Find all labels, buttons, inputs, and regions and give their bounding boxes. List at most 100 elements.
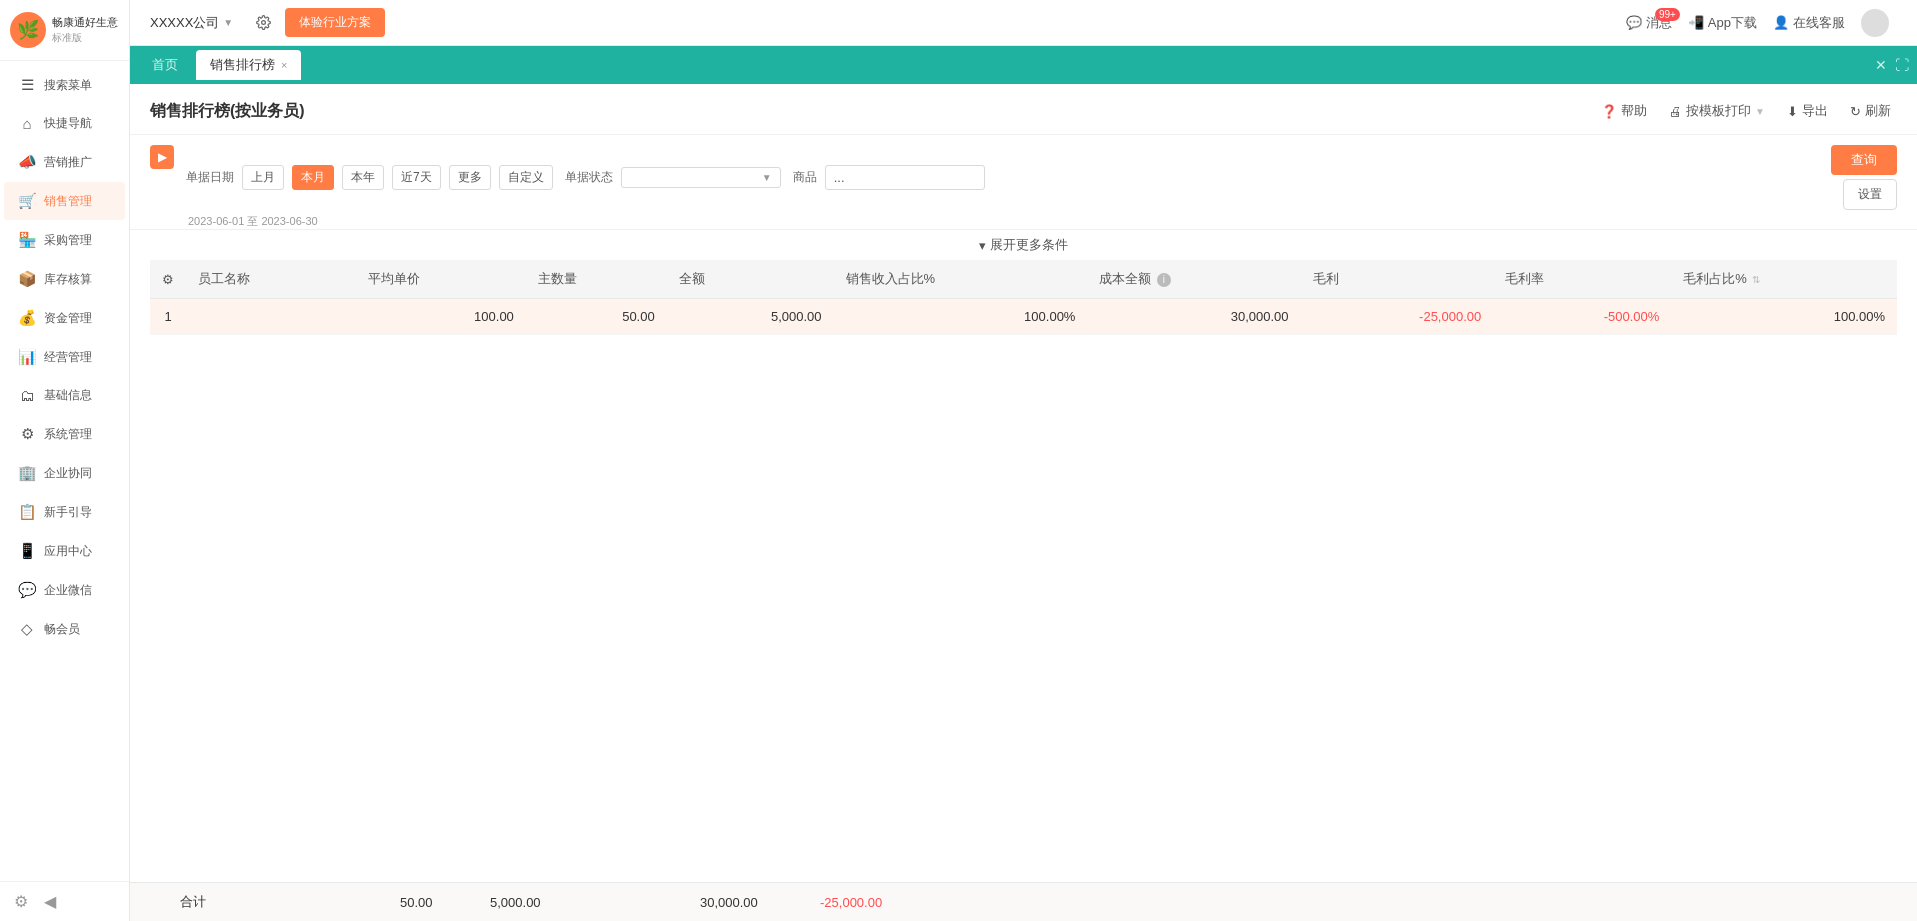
app-download-button[interactable]: 📲 App下载 (1688, 14, 1757, 32)
sidebar-item-purchase[interactable]: 🏪 采购管理 (4, 221, 125, 259)
sidebar-item-apps[interactable]: 📱 应用中心 (4, 532, 125, 570)
cell-sales-pct: 100.00% (834, 299, 1088, 335)
tab-sales-ranking-label: 销售排行榜 (210, 56, 275, 74)
cell-amount: 5,000.00 (667, 299, 834, 335)
print-button[interactable]: 🖨 按模板打印 ▼ (1663, 98, 1771, 124)
sidebar-item-capital[interactable]: 💰 资金管理 (4, 299, 125, 337)
col-profit-pct: 毛利占比% ⇅ (1671, 260, 1897, 299)
export-icon: ⬇ (1787, 104, 1798, 119)
sidebar-item-system[interactable]: ⚙ 系统管理 (4, 415, 125, 453)
help-icon: ❓ (1601, 104, 1617, 119)
query-button[interactable]: 查询 (1831, 145, 1897, 175)
sidebar: 🌿 畅康通好生意 标准版 ☰ 搜索菜单 ⌂ 快捷导航 📣 营销推广 🛒 销售管理… (0, 0, 130, 921)
col-avg-price: 平均单价 (356, 260, 526, 299)
sidebar-item-guide[interactable]: 📋 新手引导 (4, 493, 125, 531)
cell-cost: 30,000.00 (1087, 299, 1300, 335)
col-profit-rate: 毛利率 (1493, 260, 1671, 299)
goods-input[interactable]: ... (825, 165, 985, 190)
date-range-display: 2023-06-01 至 2023-06-30 (186, 214, 1897, 229)
page-title: 销售排行榜(按业务员) (150, 101, 305, 122)
sales-icon: 🛒 (18, 192, 36, 210)
cell-index: 1 (150, 299, 186, 335)
expand-more-button[interactable]: ▾ 展开更多条件 (130, 229, 1917, 260)
cell-profit-rate: -500.00% (1493, 299, 1671, 335)
message-button[interactable]: 💬 消息 99+ (1626, 14, 1672, 32)
this-year-button[interactable]: 本年 (342, 165, 384, 190)
content-area: 销售排行榜(按业务员) ❓ 帮助 🖨 按模板打印 ▼ ⬇ 导出 ↻ 刷新 (130, 84, 1917, 921)
tabbar: 首页 销售排行榜 × ✕ ⛶ (130, 46, 1917, 84)
sidebar-item-collab[interactable]: 🏢 企业协同 (4, 454, 125, 492)
sidebar-item-member[interactable]: ◇ 畅会员 (4, 610, 125, 648)
message-badge: 99+ (1655, 8, 1680, 21)
table-row: 1 100.00 50.00 5,000.00 (150, 299, 1897, 335)
col-main-qty: 主数量 (526, 260, 667, 299)
topbar-gear-button[interactable] (249, 9, 277, 37)
footer-amount: 5,000.00 (490, 895, 600, 910)
svg-point-0 (261, 21, 265, 25)
tabbar-right: ✕ ⛶ (1875, 57, 1909, 73)
sidebar-item-wechat[interactable]: 💬 企业微信 (4, 571, 125, 609)
sidebar-bottom: ⚙ ◀ (0, 881, 129, 921)
topbar-right: 💬 消息 99+ 📲 App下载 👤 在线客服 (1626, 9, 1905, 37)
tab-home[interactable]: 首页 (138, 50, 192, 80)
sidebar-item-operations[interactable]: 📊 经营管理 (4, 338, 125, 376)
refresh-button[interactable]: ↻ 刷新 (1844, 98, 1897, 124)
search-menu-icon: ☰ (18, 76, 36, 94)
col-name: 员工名称 (186, 260, 356, 299)
more-date-button[interactable]: 更多 (449, 165, 491, 190)
online-service-label: 在线客服 (1793, 14, 1845, 32)
sidebar-item-basic[interactable]: 🗂 基础信息 (4, 377, 125, 414)
col-cost: 成本全额 i (1087, 260, 1300, 299)
tab-sales-ranking[interactable]: 销售排行榜 × (196, 50, 301, 80)
status-chevron-icon: ▼ (762, 172, 772, 183)
service-icon: 👤 (1773, 15, 1789, 30)
page-actions: ❓ 帮助 🖨 按模板打印 ▼ ⬇ 导出 ↻ 刷新 (1595, 98, 1897, 124)
sidebar-item-inventory[interactable]: 📦 库存核算 (4, 260, 125, 298)
tab-restore-icon[interactable]: ⛶ (1895, 57, 1909, 73)
marketing-icon: 📣 (18, 153, 36, 171)
purchase-icon: 🏪 (18, 231, 36, 249)
apps-icon: 📱 (18, 542, 36, 560)
profit-pct-sort-icon[interactable]: ⇅ (1752, 274, 1760, 285)
company-name: XXXXX公司 (150, 14, 219, 32)
cost-info-icon[interactable]: i (1157, 273, 1171, 287)
export-button[interactable]: ⬇ 导出 (1781, 98, 1834, 124)
status-select[interactable]: ▼ (621, 167, 781, 188)
company-selector[interactable]: XXXXX公司 ▼ (142, 10, 241, 36)
close-tab-icon[interactable]: × (281, 59, 287, 71)
help-button[interactable]: ❓ 帮助 (1595, 98, 1653, 124)
sidebar-collapse-icon[interactable]: ◀ (44, 892, 56, 911)
custom-date-button[interactable]: 自定义 (499, 165, 553, 190)
footer-main-qty: 50.00 (400, 895, 490, 910)
sidebar-item-marketing[interactable]: 📣 营销推广 (4, 143, 125, 181)
status-filter-label: 单据状态 (565, 169, 613, 186)
online-service-button[interactable]: 👤 在线客服 (1773, 14, 1845, 32)
cell-name (186, 299, 356, 335)
logo-tag: 标准版 (52, 31, 118, 45)
main-wrapper: XXXXX公司 ▼ 体验行业方案 💬 消息 99+ 📲 App下载 👤 在线客服 (130, 0, 1917, 921)
sidebar-settings-icon[interactable]: ⚙ (14, 892, 28, 911)
sidebar-item-sales[interactable]: 🛒 销售管理 (4, 182, 125, 220)
logo-icon: 🌿 (10, 12, 46, 48)
last7days-button[interactable]: 近7天 (392, 165, 441, 190)
table-settings-icon[interactable]: ⚙ (162, 272, 174, 287)
filter-toggle-button[interactable]: ▶ (150, 145, 174, 169)
sidebar-item-shortcut[interactable]: ⌂ 快捷导航 (4, 105, 125, 142)
footer-total-label: 合计 (180, 893, 310, 911)
inventory-icon: 📦 (18, 270, 36, 288)
this-month-button[interactable]: 本月 (292, 165, 334, 190)
download-icon: 📲 (1688, 15, 1704, 30)
tab-close-all-icon[interactable]: ✕ (1875, 57, 1887, 73)
last-month-button[interactable]: 上月 (242, 165, 284, 190)
trial-button[interactable]: 体验行业方案 (285, 8, 385, 37)
cell-avg-price: 100.00 (356, 299, 526, 335)
sidebar-item-search[interactable]: ☰ 搜索菜单 (4, 66, 125, 104)
wechat-icon: 💬 (18, 581, 36, 599)
data-table: ⚙ 员工名称 平均单价 主数量 全额 (150, 260, 1897, 335)
page-header: 销售排行榜(按业务员) ❓ 帮助 🖨 按模板打印 ▼ ⬇ 导出 ↻ 刷新 (130, 84, 1917, 135)
guide-icon: 📋 (18, 503, 36, 521)
collab-icon: 🏢 (18, 464, 36, 482)
capital-icon: 💰 (18, 309, 36, 327)
settings-button[interactable]: 设置 (1843, 179, 1897, 210)
cell-profit-pct: 100.00% (1671, 299, 1897, 335)
